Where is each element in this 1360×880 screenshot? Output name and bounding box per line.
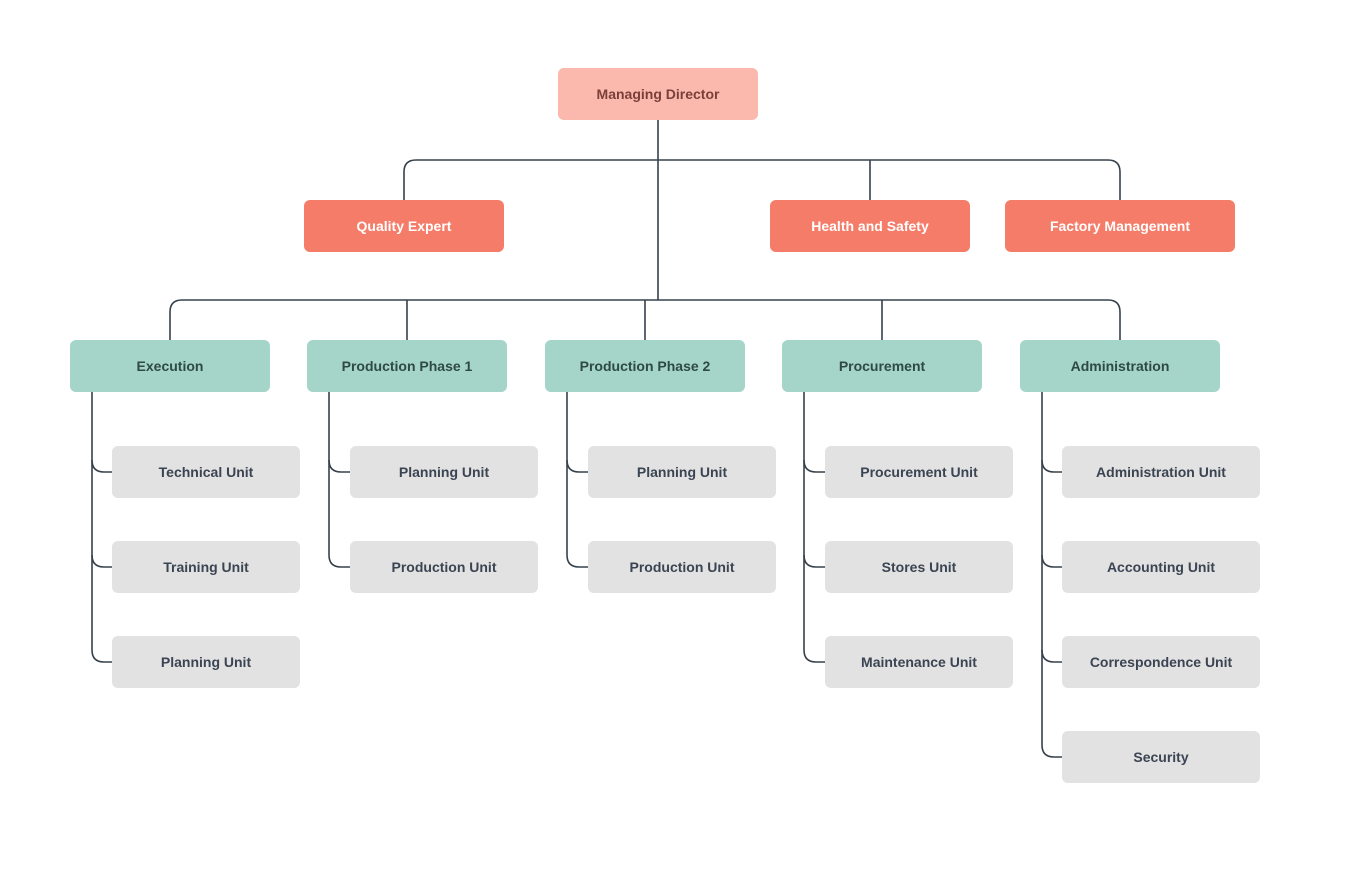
unit-production-p2[interactable]: Production Unit [588,541,776,593]
node-label: Training Unit [163,559,249,575]
node-managing-director[interactable]: Managing Director [558,68,758,120]
node-label: Health and Safety [811,218,928,234]
unit-stores[interactable]: Stores Unit [825,541,1013,593]
node-label: Planning Unit [637,464,727,480]
node-label: Production Unit [392,559,497,575]
unit-maintenance[interactable]: Maintenance Unit [825,636,1013,688]
unit-planning-p1[interactable]: Planning Unit [350,446,538,498]
node-label: Planning Unit [161,654,251,670]
unit-procurement[interactable]: Procurement Unit [825,446,1013,498]
node-label: Procurement [839,358,925,374]
node-label: Production Unit [630,559,735,575]
node-production-phase-1[interactable]: Production Phase 1 [307,340,507,392]
node-label: Execution [137,358,204,374]
node-label: Administration Unit [1096,464,1226,480]
org-chart: Managing Director Quality Expert Health … [0,0,1360,880]
node-factory-management[interactable]: Factory Management [1005,200,1235,252]
unit-technical[interactable]: Technical Unit [112,446,300,498]
unit-correspondence[interactable]: Correspondence Unit [1062,636,1260,688]
unit-administration[interactable]: Administration Unit [1062,446,1260,498]
node-label: Correspondence Unit [1090,654,1232,670]
node-label: Stores Unit [882,559,957,575]
node-label: Quality Expert [357,218,452,234]
unit-training[interactable]: Training Unit [112,541,300,593]
node-label: Planning Unit [399,464,489,480]
node-execution[interactable]: Execution [70,340,270,392]
node-procurement[interactable]: Procurement [782,340,982,392]
unit-planning-exec[interactable]: Planning Unit [112,636,300,688]
node-health-and-safety[interactable]: Health and Safety [770,200,970,252]
node-label: Security [1133,749,1188,765]
unit-accounting[interactable]: Accounting Unit [1062,541,1260,593]
node-label: Production Phase 2 [580,358,711,374]
node-label: Factory Management [1050,218,1190,234]
node-label: Procurement Unit [860,464,977,480]
node-label: Technical Unit [159,464,254,480]
node-quality-expert[interactable]: Quality Expert [304,200,504,252]
node-label: Managing Director [597,86,720,102]
unit-security[interactable]: Security [1062,731,1260,783]
node-label: Administration [1071,358,1170,374]
unit-planning-p2[interactable]: Planning Unit [588,446,776,498]
node-label: Production Phase 1 [342,358,473,374]
node-label: Maintenance Unit [861,654,977,670]
unit-production-p1[interactable]: Production Unit [350,541,538,593]
node-production-phase-2[interactable]: Production Phase 2 [545,340,745,392]
node-administration[interactable]: Administration [1020,340,1220,392]
node-label: Accounting Unit [1107,559,1215,575]
